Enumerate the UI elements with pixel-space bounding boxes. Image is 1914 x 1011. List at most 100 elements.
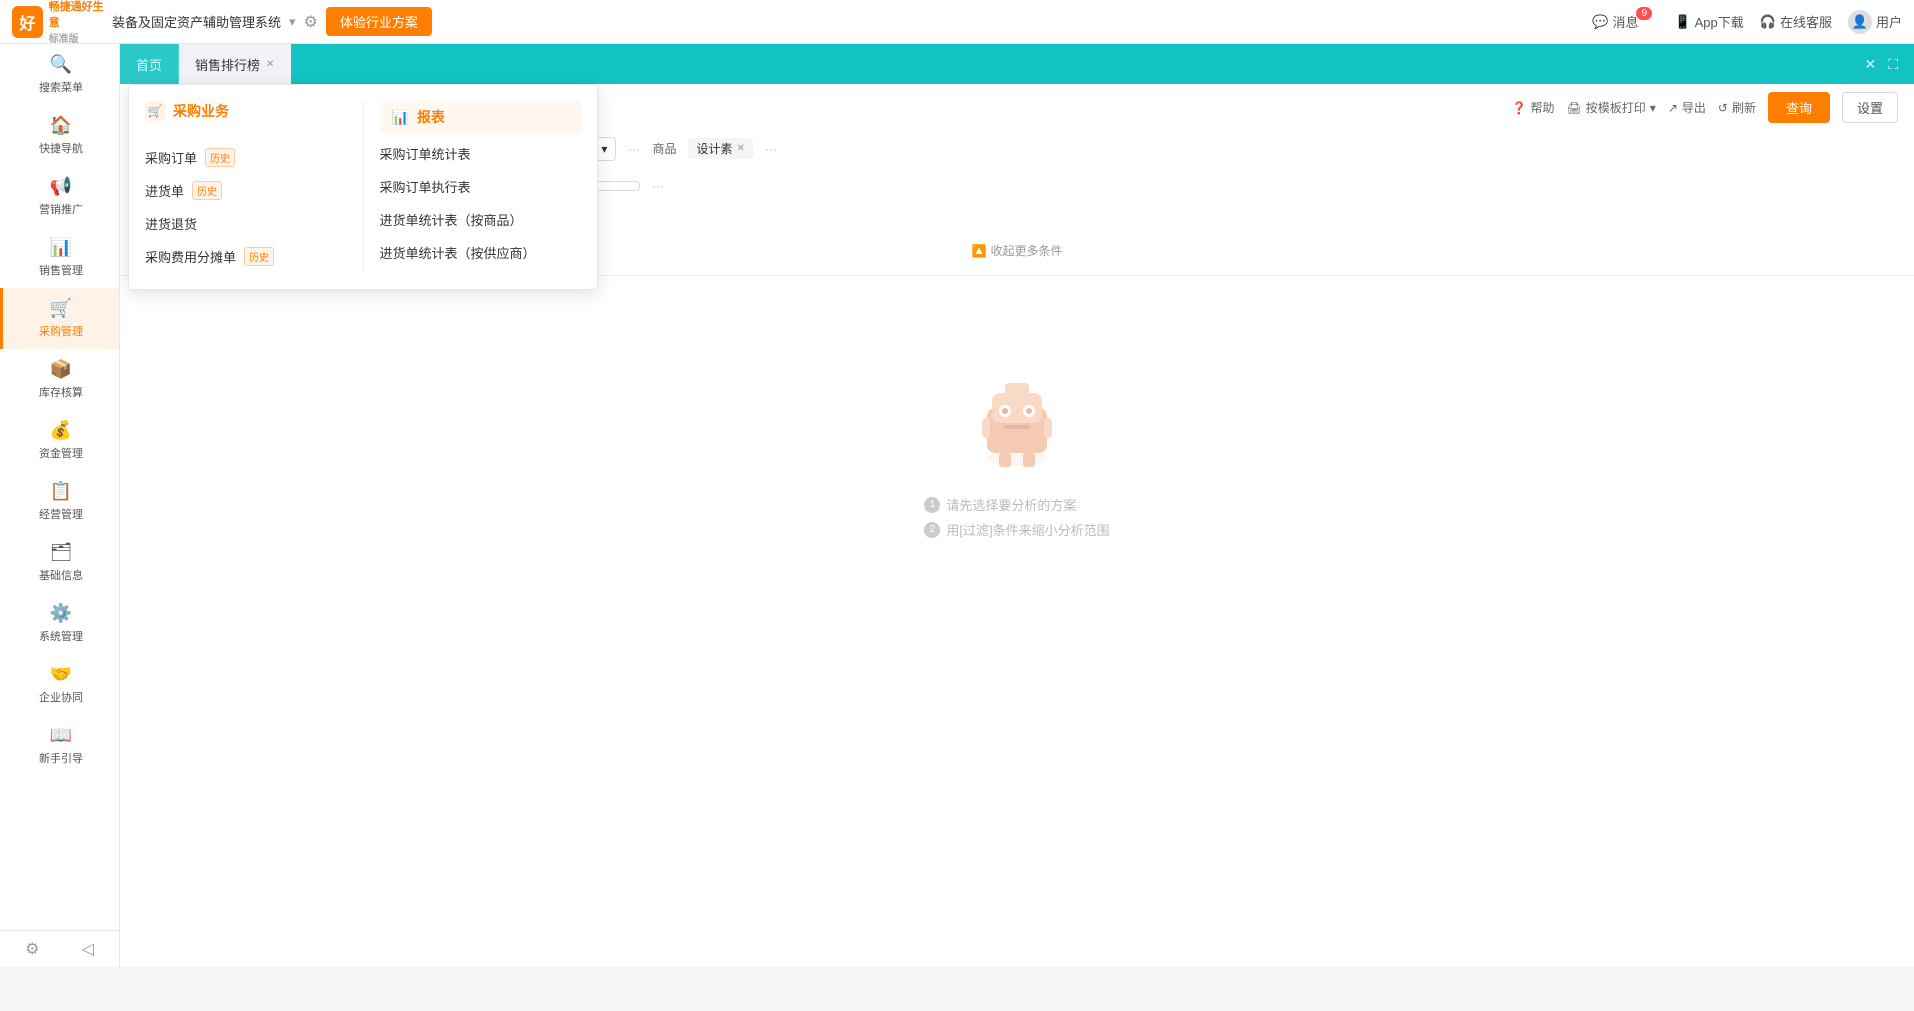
sidebar-item-search[interactable]: 🔍 搜索菜单 [0, 44, 119, 105]
topbar-right: 💬 消息 9 📱 App下载 🎧 在线客服 👤 用户 [1592, 10, 1902, 34]
hint-text-2: 用[过滤]条件来缩小分析范围 [946, 520, 1109, 539]
collapse-label: 收起更多条件 [990, 242, 1062, 259]
avatar-icon: 👤 [1848, 10, 1872, 34]
sidebar-label-search: 搜索菜单 [39, 79, 83, 95]
dropdown-item-purchase-order[interactable]: 采购订单 历史 [145, 141, 347, 174]
sidebar-collapse-btn[interactable]: ◁ [82, 939, 94, 959]
dropdown-item-return[interactable]: 进货退货 [145, 207, 347, 240]
app-download-btn[interactable]: 📱 App下载 [1674, 12, 1743, 31]
topbar: 好 畅捷通好生意 标准版 装备及固定资产辅助管理系统 ▾ ⚙ 体验行业方案 💬 … [0, 0, 1914, 44]
refresh-icon: ↺ [1718, 101, 1728, 115]
online-service-btn[interactable]: 🎧 在线客服 [1760, 12, 1832, 31]
guide-icon: 📖 [50, 725, 72, 746]
report-col-label: 报表 [417, 107, 445, 127]
sidebar: 🔍 搜索菜单 🏠 快捷导航 📢 营销推广 📊 销售管理 🛒 采购管理 📦 库存核… [0, 44, 120, 967]
hint-num-1: 1 [924, 497, 940, 513]
tab-home[interactable]: 首页 [120, 44, 179, 84]
order-stats-label: 采购订单统计表 [380, 144, 471, 163]
salesman-more[interactable]: ··· [652, 179, 664, 193]
print-dropdown-icon: ▾ [1650, 101, 1656, 115]
user-btn[interactable]: 👤 用户 [1848, 10, 1902, 34]
sidebar-settings-btn[interactable]: ⚙ [25, 939, 39, 959]
system-name-area: 装备及固定资产辅助管理系统 ▾ ⚙ 体验行业方案 [112, 7, 1592, 36]
purchase-order-label: 采购订单 [145, 148, 197, 167]
dropdown-report-col: 📊 报表 采购订单统计表 采购订单执行表 进货单统计表（按商品） 进货单统计表（… [380, 101, 582, 273]
sidebar-label-basic: 基础信息 [39, 567, 83, 583]
help-icon: ❓ [1512, 101, 1527, 115]
export-icon: ↗ [1668, 101, 1678, 115]
message-label: 消息 [1612, 12, 1638, 31]
empty-state: 1 请先选择要分析的方案 2 用[过滤]条件来缩小分析范围 [120, 276, 1914, 626]
voucher-status-more[interactable]: ··· [628, 142, 640, 156]
sidebar-item-guide[interactable]: 📖 新手引导 [0, 715, 119, 776]
finance-icon: 💰 [50, 420, 72, 441]
sidebar-item-quick[interactable]: 🏠 快捷导航 [0, 105, 119, 166]
goods-tag: 设计素 ✕ [688, 138, 752, 159]
sidebar-item-basic[interactable]: 🗂 基础信息 [0, 532, 119, 593]
sidebar-item-system[interactable]: ⚙️ 系统管理 [0, 593, 119, 654]
sales-icon: 📊 [50, 237, 72, 258]
tab-close-window-btn[interactable]: ✕ [1860, 56, 1880, 73]
user-label: 用户 [1876, 12, 1902, 31]
sidebar-label-inventory: 库存核算 [39, 384, 83, 400]
export-label: 导出 [1682, 99, 1706, 116]
sidebar-label-sales: 销售管理 [39, 262, 83, 278]
dropdown-item-order-stats[interactable]: 采购订单统计表 [380, 137, 582, 170]
inventory-icon: 📦 [50, 359, 72, 380]
purchase-col-icon: 🛒 [145, 101, 165, 121]
report-icon: 📊 [392, 109, 409, 126]
basic-icon: 🗂 [50, 542, 73, 563]
sidebar-item-inventory[interactable]: 📦 库存核算 [0, 349, 119, 410]
sidebar-label-quick: 快捷导航 [39, 140, 83, 156]
search-icon: 🔍 [50, 54, 72, 75]
expense-history: 历史 [244, 247, 274, 266]
print-btn[interactable]: 🖨 按模板打印 ▾ [1567, 99, 1656, 116]
receive-label: 进货单 [145, 181, 184, 200]
collapse-btn[interactable]: 🔼 收起更多条件 [972, 242, 1063, 259]
sidebar-item-sales[interactable]: 📊 销售管理 [0, 227, 119, 288]
expense-label: 采购费用分摊单 [145, 247, 236, 266]
sidebar-item-operation[interactable]: 📋 经营管理 [0, 471, 119, 532]
home-icon: 🏠 [50, 115, 72, 136]
logo-text: 畅捷通好生意 [49, 0, 112, 30]
goods-tag-close[interactable]: ✕ [736, 143, 744, 154]
tab-actions: ✕ ⛶ [1848, 56, 1914, 73]
goods-filter: 设计素 ✕ [688, 138, 752, 159]
system-dropdown-icon[interactable]: ▾ [289, 14, 296, 30]
message-btn[interactable]: 💬 消息 9 [1592, 12, 1658, 31]
export-btn[interactable]: ↗ 导出 [1668, 99, 1706, 116]
tab-close-icon[interactable]: ✕ [266, 59, 274, 70]
tab-sales-rank[interactable]: 销售排行榜 ✕ [179, 44, 291, 84]
dropdown-item-expense[interactable]: 采购费用分摊单 历史 [145, 240, 347, 273]
voucher-status-dropdown-icon: ▾ [601, 142, 607, 156]
sidebar-bottom: ⚙ ◁ [0, 930, 119, 967]
dropdown-item-receive-by-supplier[interactable]: 进货单统计表（按供应商） [380, 236, 582, 269]
logo-sub: 标准版 [49, 30, 112, 45]
sidebar-label-system: 系统管理 [39, 628, 83, 644]
sidebar-label-finance: 资金管理 [39, 445, 83, 461]
sidebar-item-marketing[interactable]: 📢 营销推广 [0, 166, 119, 227]
tab-maximize-btn[interactable]: ⛶ [1884, 56, 1902, 73]
dropdown-item-order-exec[interactable]: 采购订单执行表 [380, 170, 582, 203]
sidebar-item-enterprise[interactable]: 🤝 企业协同 [0, 654, 119, 715]
empty-hint-1: 1 请先选择要分析的方案 [924, 495, 1109, 514]
sidebar-item-purchase[interactable]: 🛒 采购管理 [0, 288, 119, 349]
dropdown-report-title: 📊 报表 [380, 101, 582, 133]
empty-hints: 1 请先选择要分析的方案 2 用[过滤]条件来缩小分析范围 [924, 495, 1109, 539]
dropdown-purchase-col: 🛒 采购业务 采购订单 历史 进货单 历史 进货退货 采购费用分摊单 历史 [145, 101, 347, 273]
print-icon: 🖨 [1567, 101, 1582, 115]
dropdown-item-receive-by-goods[interactable]: 进货单统计表（按商品） [380, 203, 582, 236]
refresh-btn[interactable]: ↺ 刷新 [1718, 99, 1756, 116]
settings-btn[interactable]: 设置 [1842, 92, 1898, 123]
query-btn[interactable]: 查询 [1768, 92, 1830, 123]
help-btn[interactable]: ❓ 帮助 [1512, 99, 1555, 116]
industry-btn[interactable]: 体验行业方案 [326, 7, 432, 36]
empty-hint-2: 2 用[过滤]条件来缩小分析范围 [924, 520, 1109, 539]
sidebar-label-enterprise: 企业协同 [39, 689, 83, 705]
goods-more[interactable]: ··· [765, 142, 777, 156]
receive-by-supplier-label: 进货单统计表（按供应商） [380, 243, 536, 262]
dropdown-item-receive[interactable]: 进货单 历史 [145, 174, 347, 207]
sidebar-item-finance[interactable]: 💰 资金管理 [0, 410, 119, 471]
gear-icon[interactable]: ⚙ [304, 12, 318, 32]
empty-illustration [957, 363, 1077, 483]
